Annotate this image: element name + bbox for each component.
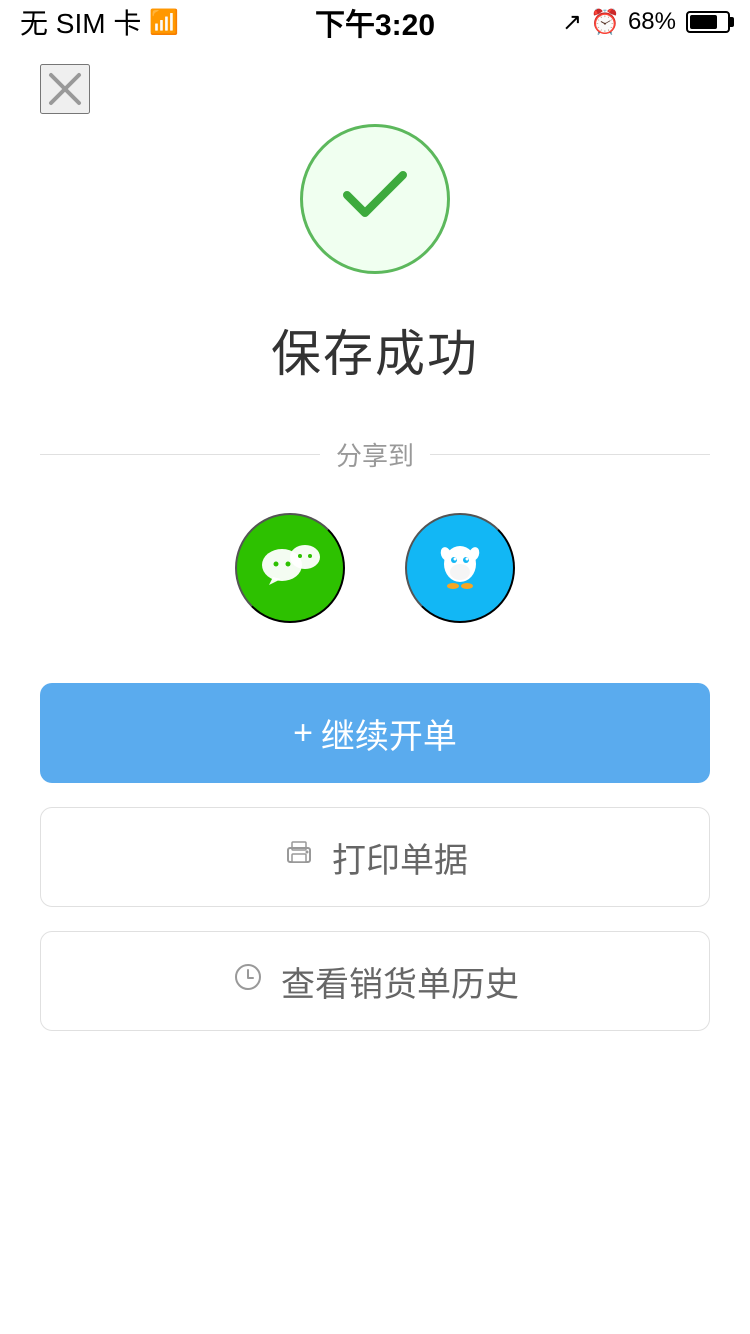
continue-plus-icon: + xyxy=(293,714,313,753)
close-button[interactable] xyxy=(40,64,90,114)
location-icon: ↗ xyxy=(562,8,582,37)
history-icon xyxy=(231,960,265,1003)
action-buttons: + 继续开单 打印单据 查看销货单历史 xyxy=(40,683,710,1031)
share-wechat-button[interactable] xyxy=(235,513,345,623)
status-right: ↗ ⏰ 68% xyxy=(562,8,730,37)
status-time: 下午3:20 xyxy=(315,0,435,44)
history-button[interactable]: 查看销货单历史 xyxy=(40,931,710,1031)
divider-line-right xyxy=(430,454,710,455)
share-qq-button[interactable] xyxy=(405,513,515,623)
main-content: 保存成功 分享到 xyxy=(0,44,750,1334)
close-icon xyxy=(47,71,83,107)
print-label: 打印单据 xyxy=(332,833,468,882)
continue-label: 继续开单 xyxy=(321,709,457,758)
share-divider: 分享到 xyxy=(40,436,710,473)
history-label: 查看销货单历史 xyxy=(281,957,519,1006)
print-button[interactable]: 打印单据 xyxy=(40,807,710,907)
alarm-icon: ⏰ xyxy=(590,8,620,37)
share-icons xyxy=(235,513,515,623)
success-circle xyxy=(300,124,450,274)
divider-line-left xyxy=(40,454,320,455)
share-label: 分享到 xyxy=(336,436,414,473)
battery-bar xyxy=(686,11,730,33)
battery-fill xyxy=(690,15,717,29)
checkmark-icon xyxy=(335,153,415,246)
status-carrier: 无 SIM 卡 📶 xyxy=(20,2,179,42)
qq-icon xyxy=(428,536,493,601)
battery-text: 68% xyxy=(628,8,676,36)
carrier-text: 无 SIM 卡 xyxy=(20,2,141,42)
wechat-icon xyxy=(255,533,325,603)
print-icon xyxy=(282,836,316,879)
status-bar: 无 SIM 卡 📶 下午3:20 ↗ ⏰ 68% xyxy=(0,0,750,44)
wifi-icon: 📶 xyxy=(149,8,179,37)
success-title: 保存成功 xyxy=(271,314,479,386)
continue-button[interactable]: + 继续开单 xyxy=(40,683,710,783)
